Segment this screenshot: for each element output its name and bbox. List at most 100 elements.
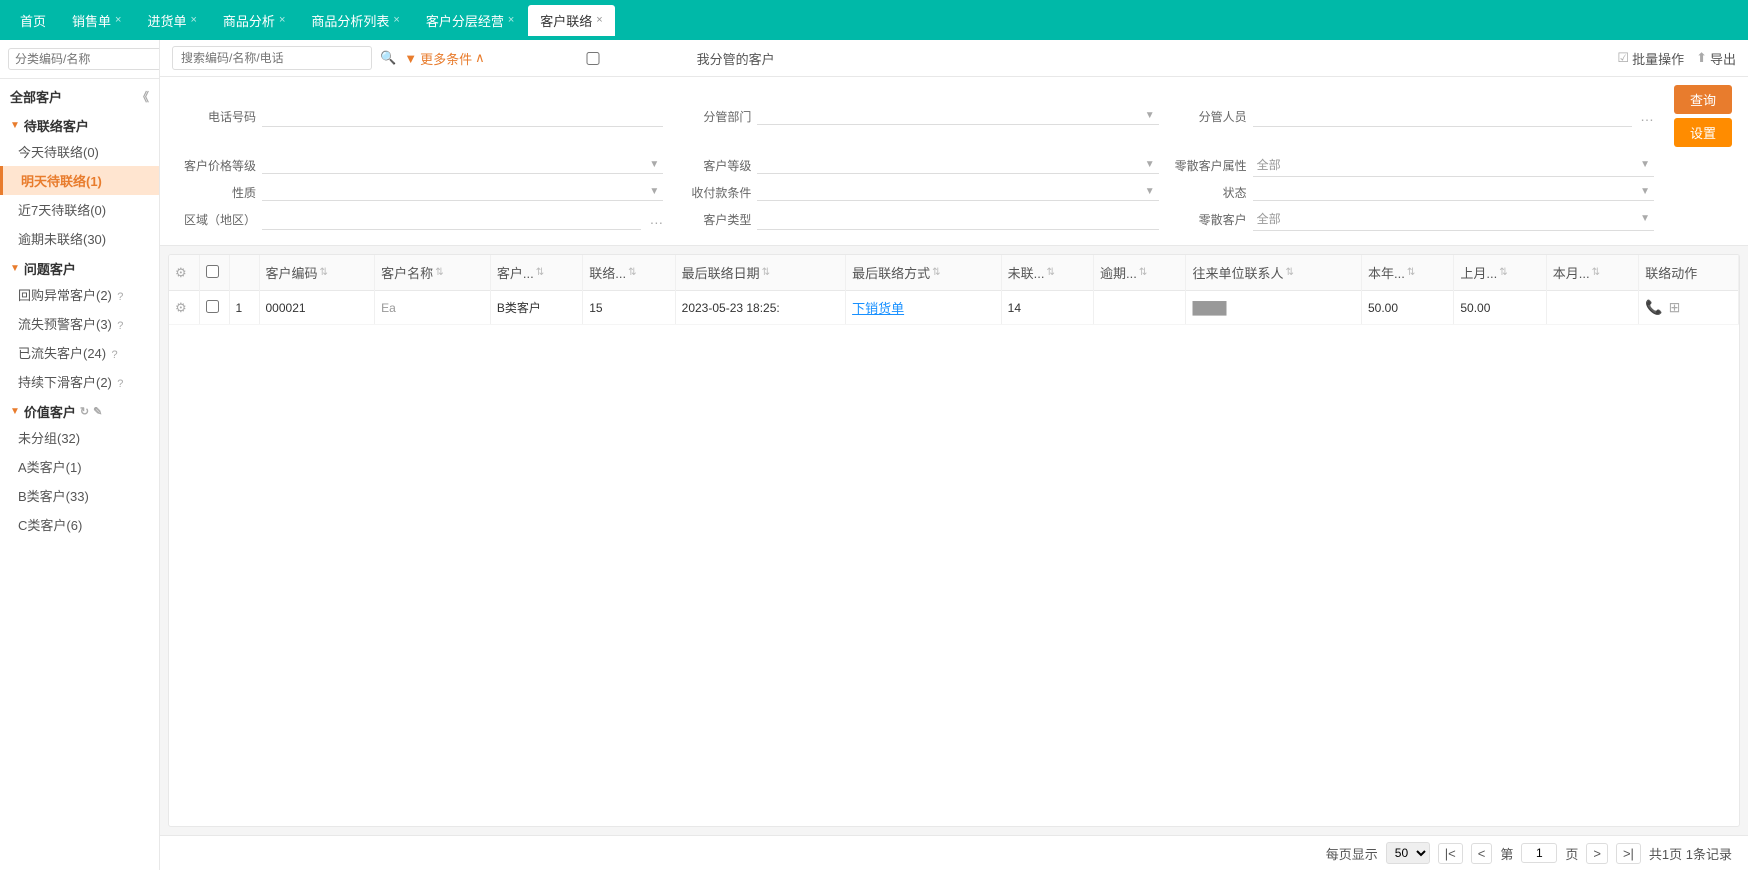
filter-input-person[interactable] — [1253, 106, 1632, 127]
sidebar-item-churned[interactable]: 已流失客户(24) ? — [0, 338, 159, 367]
nav-customer-contact[interactable]: 客户联络 × — [528, 5, 614, 36]
nav-product-analysis-list[interactable]: 商品分析列表 × — [299, 5, 411, 36]
my-customers-checkbox[interactable] — [493, 52, 693, 65]
filter-input-region[interactable] — [262, 209, 641, 230]
th-last-contact-method[interactable]: 最后联络方式⇅ — [846, 255, 1002, 291]
filter-nature: 性质 ▼ — [176, 183, 663, 201]
next-page-button[interactable]: > — [1586, 843, 1608, 864]
filter-select-dept[interactable]: ▼ — [757, 107, 1158, 125]
sidebar-item-a-class[interactable]: A类客户(1) — [0, 452, 159, 481]
nav-product-analysis[interactable]: 商品分析 × — [211, 5, 297, 36]
sidebar-group-pending[interactable]: ▼ 待联络客户 — [0, 110, 159, 137]
table-area: ⚙ 客户编码⇅ 客户名称⇅ 客户...⇅ — [168, 254, 1740, 827]
filter-input-phone[interactable] — [262, 106, 663, 127]
th-settings[interactable]: ⚙ — [169, 255, 199, 291]
filter-select-retail[interactable]: 全部 ▼ — [1253, 207, 1654, 231]
sidebar: 🔍 全部客户 《 ▼ 待联络客户 今天待联络(0) 明天待联络(1) 近7天待联… — [0, 40, 160, 870]
th-contact-person[interactable]: 往来单位联系人⇅ — [1186, 255, 1362, 291]
filter-dots-person[interactable]: … — [1640, 108, 1654, 124]
sidebar-item-declining[interactable]: 持续下滑客户(2) ? — [0, 367, 159, 396]
row-last-contact-method[interactable]: 下销货单 — [846, 291, 1002, 325]
filter-select-price-level[interactable]: ▼ — [262, 156, 663, 174]
th-name[interactable]: 客户名称⇅ — [375, 255, 491, 291]
filter-select-nature[interactable]: ▼ — [262, 183, 663, 201]
search-icon[interactable]: 🔍 — [380, 50, 396, 66]
filter-dots-region[interactable]: … — [649, 211, 663, 227]
th-uncontacted[interactable]: 未联...⇅ — [1001, 255, 1093, 291]
filter-customer-type: 客户类型 — [671, 209, 1158, 230]
filter-label-phone: 电话号码 — [176, 108, 256, 125]
batch-action-button[interactable]: ☑ 批量操作 — [1617, 49, 1684, 68]
more-filter-button[interactable]: ▼ 更多条件 ∧ — [404, 49, 484, 68]
th-type[interactable]: 客户...⇅ — [490, 255, 582, 291]
filter-select-payment[interactable]: ▼ — [757, 183, 1158, 201]
close-icon[interactable]: × — [115, 14, 121, 26]
nav-purchase[interactable]: 进货单 × — [135, 5, 208, 36]
sidebar-group-value[interactable]: ▼ 价值客户 ↻ ✎ — [0, 396, 159, 423]
page-input[interactable] — [1521, 843, 1557, 863]
th-checkbox[interactable] — [199, 255, 229, 291]
row-select-checkbox[interactable] — [206, 300, 219, 313]
nav-customer-layering[interactable]: 客户分层经营 × — [414, 5, 526, 36]
select-all-checkbox[interactable] — [206, 265, 219, 278]
sidebar-search-input[interactable] — [8, 48, 160, 70]
sort-icon: ⇅ — [536, 267, 544, 278]
first-page-button[interactable]: |< — [1438, 843, 1463, 864]
per-page-select[interactable]: 50 — [1386, 842, 1430, 864]
filter-dept: 分管部门 ▼ — [671, 107, 1158, 125]
last-page-button[interactable]: >| — [1616, 843, 1641, 864]
sidebar-item-tomorrow[interactable]: 明天待联络(1) — [0, 166, 159, 195]
filter-actions: 查询 设置 — [1662, 85, 1732, 147]
export-button[interactable]: ⬆ 导出 — [1696, 49, 1736, 68]
close-icon[interactable]: × — [596, 14, 602, 26]
th-this-year[interactable]: 本年...⇅ — [1361, 255, 1453, 291]
table-header-row: ⚙ 客户编码⇅ 客户名称⇅ 客户...⇅ — [169, 255, 1739, 291]
sidebar-item-overdue[interactable]: 逾期未联络(30) — [0, 224, 159, 253]
search-input[interactable] — [172, 46, 372, 70]
filter-row-4: 区域（地区） … 客户类型 零散客户 全部 ▼ — [176, 207, 1732, 231]
sidebar-item-7days[interactable]: 近7天待联络(0) — [0, 195, 159, 224]
th-last-contact-date[interactable]: 最后联络日期⇅ — [675, 255, 845, 291]
filter-select-status[interactable]: ▼ — [1253, 183, 1654, 201]
table-row: ⚙ 1 000021 Ea B类客户 15 2023-05-23 18:25: … — [169, 291, 1739, 325]
sidebar-item-abnormal[interactable]: 回购异常客户(2) ? — [0, 280, 159, 309]
total-info: 共1页 1条记录 — [1649, 844, 1732, 863]
sidebar-item-b-class[interactable]: B类客户(33) — [0, 481, 159, 510]
sidebar-item-c-class[interactable]: C类客户(6) — [0, 510, 159, 539]
toolbar-right: ☑ 批量操作 ⬆ 导出 — [1617, 49, 1736, 68]
th-this-month[interactable]: 本月...⇅ — [1546, 255, 1638, 291]
close-icon[interactable]: × — [190, 14, 196, 26]
chevron-down-icon: ▼ — [1145, 186, 1155, 197]
filter-input-customer-type[interactable] — [757, 209, 1158, 230]
close-icon[interactable]: × — [508, 14, 514, 26]
sidebar-item-today[interactable]: 今天待联络(0) — [0, 137, 159, 166]
th-contact[interactable]: 联络...⇅ — [583, 255, 675, 291]
th-overdue[interactable]: 逾期...⇅ — [1094, 255, 1186, 291]
prev-page-button[interactable]: < — [1471, 843, 1493, 864]
sidebar-all-customers[interactable]: 全部客户 《 — [0, 79, 159, 110]
sort-icon: ⇅ — [1046, 267, 1054, 278]
row-settings-icon[interactable]: ⚙ — [175, 300, 187, 315]
top-nav: 首页 销售单 × 进货单 × 商品分析 × 商品分析列表 × 客户分层经营 × … — [0, 0, 1748, 40]
setting-button[interactable]: 设置 — [1674, 118, 1732, 147]
th-code[interactable]: 客户编码⇅ — [259, 255, 375, 291]
action-icon-grid[interactable]: ⊞ — [1669, 299, 1681, 316]
last-contact-method-link[interactable]: 下销货单 — [852, 301, 904, 316]
nav-sales[interactable]: 销售单 × — [60, 5, 133, 36]
nav-home[interactable]: 首页 — [8, 5, 58, 36]
my-customers-checkbox-label[interactable]: 我分管的客户 — [493, 49, 775, 68]
filter-select-retail-attr[interactable]: 全部 ▼ — [1253, 153, 1654, 177]
th-last-month[interactable]: 上月...⇅ — [1454, 255, 1546, 291]
close-icon[interactable]: × — [393, 14, 399, 26]
sidebar-group-problem[interactable]: ▼ 问题客户 — [0, 253, 159, 280]
chevron-down-icon: ▼ — [1640, 159, 1650, 170]
filter-select-customer-level[interactable]: ▼ — [757, 156, 1158, 174]
row-checkbox[interactable] — [199, 291, 229, 325]
sidebar-item-ungroup[interactable]: 未分组(32) — [0, 423, 159, 452]
sidebar-item-churn-warning[interactable]: 流失预警客户(3) ? — [0, 309, 159, 338]
action-icon-phone[interactable]: 📞 — [1645, 299, 1662, 316]
close-icon[interactable]: × — [279, 14, 285, 26]
query-button[interactable]: 查询 — [1674, 85, 1732, 114]
settings-icon[interactable]: ⚙ — [175, 265, 187, 280]
row-settings[interactable]: ⚙ — [169, 291, 199, 325]
